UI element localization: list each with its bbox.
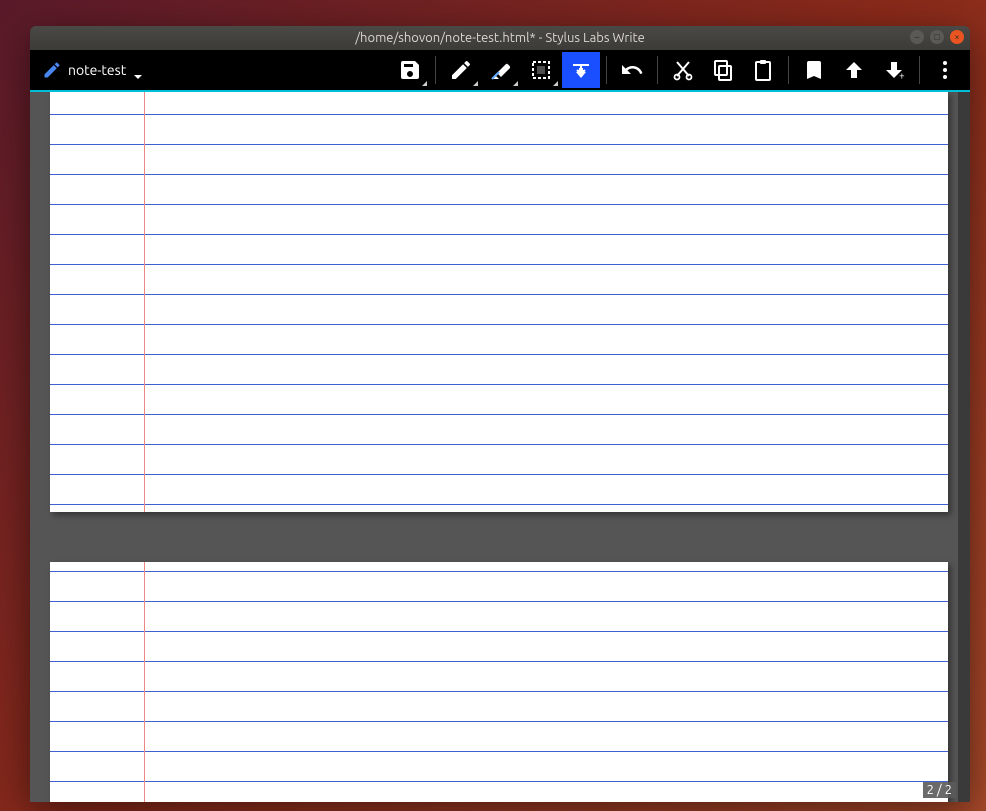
insert-space-button[interactable] bbox=[562, 52, 600, 88]
pencil-icon bbox=[42, 60, 62, 80]
maximize-button[interactable]: □ bbox=[930, 30, 944, 44]
next-page-button[interactable]: + bbox=[875, 52, 913, 88]
window-title: /home/shovon/note-test.html* - Stylus La… bbox=[355, 31, 645, 45]
bookmark-icon bbox=[802, 58, 826, 82]
chevron-down-icon bbox=[553, 76, 558, 86]
insert-space-icon bbox=[569, 58, 593, 82]
separator bbox=[435, 56, 436, 84]
copy-button[interactable] bbox=[704, 52, 742, 88]
undo-button[interactable] bbox=[613, 52, 651, 88]
document-tab-label: note-test bbox=[68, 62, 126, 78]
arrow-up-icon bbox=[842, 58, 866, 82]
chevron-down-icon bbox=[134, 75, 142, 79]
undo-icon bbox=[620, 58, 644, 82]
clipboard-icon bbox=[751, 58, 775, 82]
selection-icon bbox=[529, 58, 553, 82]
canvas-area[interactable]: 2 / 2 bbox=[30, 90, 970, 802]
pen-tool-button[interactable] bbox=[442, 52, 480, 88]
minimize-button[interactable]: – bbox=[910, 30, 924, 44]
paste-button[interactable] bbox=[744, 52, 782, 88]
more-vertical-icon bbox=[933, 58, 957, 82]
cut-button[interactable] bbox=[664, 52, 702, 88]
eraser-icon bbox=[489, 58, 513, 82]
separator bbox=[788, 56, 789, 84]
arrow-down-plus-icon: + bbox=[882, 58, 906, 82]
bookmark-button[interactable] bbox=[795, 52, 833, 88]
prev-page-button[interactable] bbox=[835, 52, 873, 88]
save-button[interactable] bbox=[391, 52, 429, 88]
note-page[interactable] bbox=[50, 92, 948, 512]
note-page[interactable] bbox=[50, 562, 948, 802]
pen-icon bbox=[449, 58, 473, 82]
eraser-tool-button[interactable] bbox=[482, 52, 520, 88]
window-controls: – □ × bbox=[910, 30, 964, 44]
save-icon bbox=[398, 58, 422, 82]
cut-icon bbox=[671, 58, 695, 82]
copy-icon bbox=[711, 58, 735, 82]
page-indicator: 2 / 2 bbox=[923, 782, 956, 798]
separator bbox=[919, 56, 920, 84]
chevron-down-icon bbox=[473, 76, 478, 86]
toolbar: note-test bbox=[30, 50, 970, 90]
select-tool-button[interactable] bbox=[522, 52, 560, 88]
svg-text:+: + bbox=[899, 70, 905, 81]
separator bbox=[606, 56, 607, 84]
titlebar[interactable]: /home/shovon/note-test.html* - Stylus La… bbox=[30, 26, 970, 50]
overflow-menu-button[interactable] bbox=[926, 52, 964, 88]
chevron-down-icon bbox=[513, 76, 518, 86]
app-window: /home/shovon/note-test.html* - Stylus La… bbox=[30, 26, 970, 802]
chevron-down-icon bbox=[422, 76, 427, 86]
close-button[interactable]: × bbox=[950, 30, 964, 44]
document-tab[interactable]: note-test bbox=[36, 58, 148, 82]
separator bbox=[657, 56, 658, 84]
vertical-scrollbar[interactable] bbox=[958, 92, 970, 802]
